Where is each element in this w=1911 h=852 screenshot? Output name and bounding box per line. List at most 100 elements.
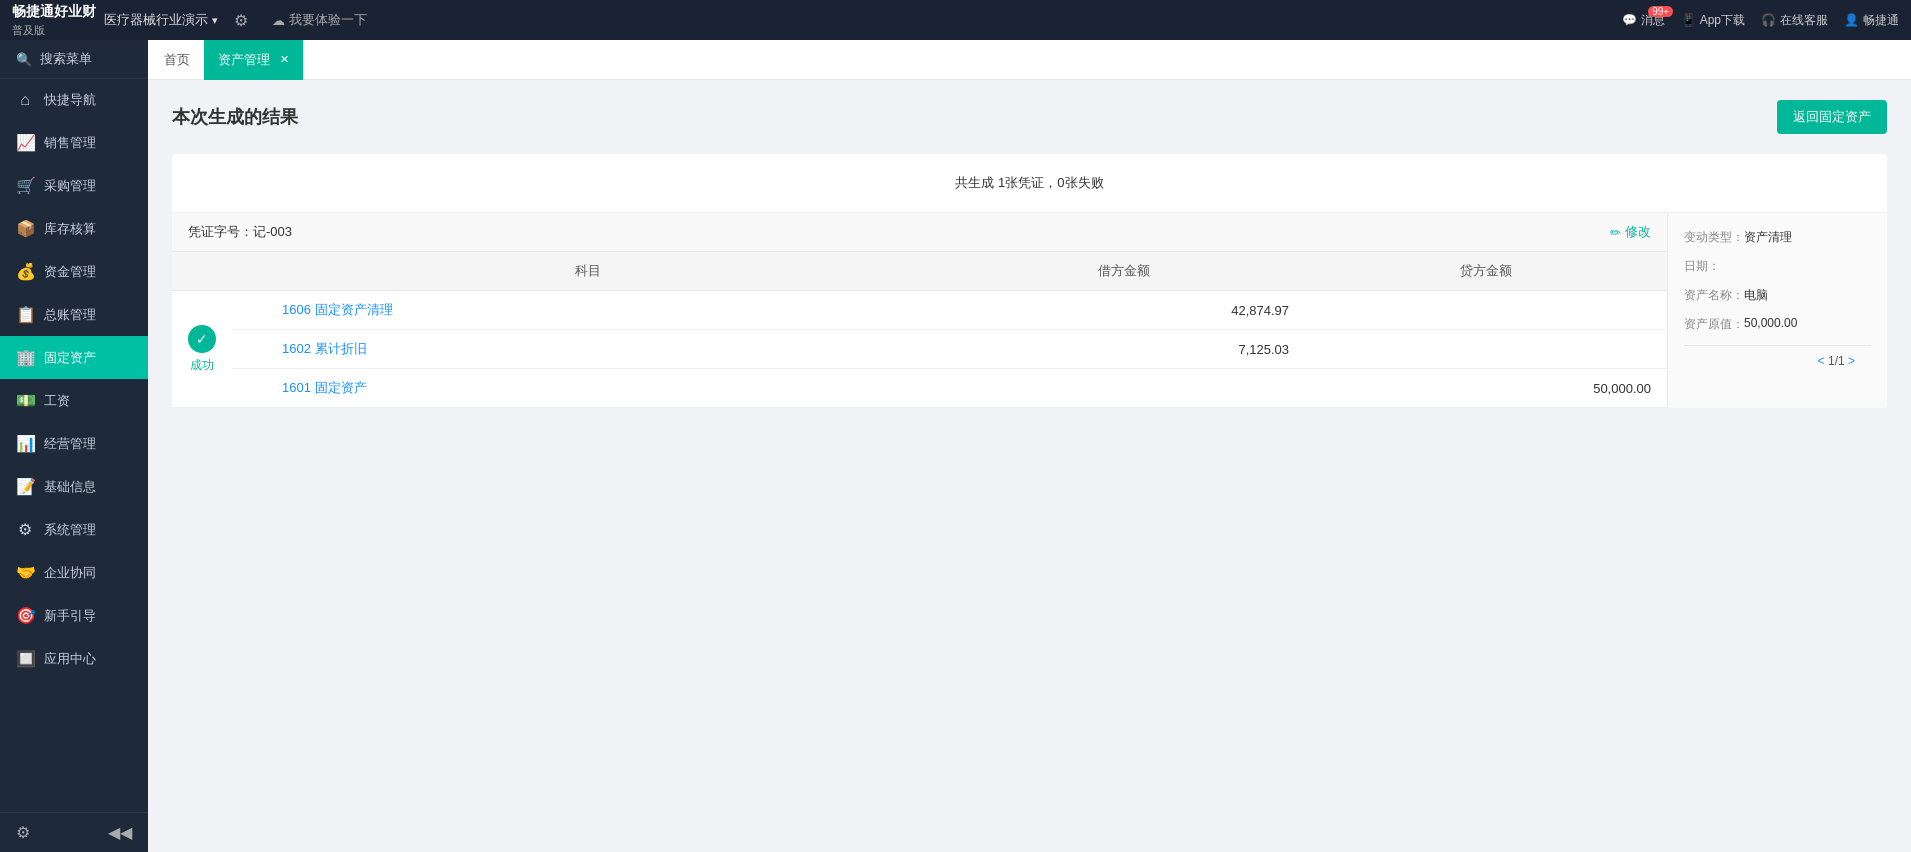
result-card: 共生成 1张凭证，0张失败 凭证字号：记-003 ✏ 修改 xyxy=(172,154,1887,408)
pagination: < 1/1 > xyxy=(1684,345,1871,376)
logo-edition: 普及版 xyxy=(12,23,96,38)
date-label: 日期： xyxy=(1684,258,1744,275)
home-icon: ⌂ xyxy=(16,91,34,109)
asset-name-value: 电脑 xyxy=(1744,287,1768,304)
sidebar-item-finance[interactable]: 💰 资金管理 xyxy=(0,250,148,293)
search-icon: 🔍 xyxy=(16,52,32,67)
avatar-icon: 👤 xyxy=(1844,13,1859,27)
app-center-icon: 🔲 xyxy=(16,649,34,668)
table-row: ✓ 成功 1606 固定资产清理 42,874.97 xyxy=(172,291,1667,330)
pagination-info: 1/1 xyxy=(1828,354,1848,368)
sidebar-item-payroll[interactable]: 💵 工资 xyxy=(0,379,148,422)
finance-icon: 💰 xyxy=(16,262,34,281)
settings-bottom-icon[interactable]: ⚙ xyxy=(16,823,30,842)
experience-button[interactable]: ☁ 我要体验一下 xyxy=(272,11,367,29)
tab-bar: 首页 资产管理 ✕ xyxy=(148,40,1911,80)
fixed-assets-icon: 🏢 xyxy=(16,348,34,367)
sidebar-item-system[interactable]: ⚙ 系统管理 xyxy=(0,508,148,551)
sidebar-label-finance: 资金管理 xyxy=(44,263,96,281)
payroll-icon: 💵 xyxy=(16,391,34,410)
guide-icon: 🎯 xyxy=(16,606,34,625)
sidebar-item-inventory[interactable]: 📦 库存核算 xyxy=(0,207,148,250)
credit-cell-3: 50,000.00 xyxy=(1305,369,1667,408)
result-summary: 共生成 1张凭证，0张失败 xyxy=(172,154,1887,213)
voucher-header-bar: 凭证字号：记-003 ✏ 修改 xyxy=(172,213,1667,252)
online-service-label: 在线客服 xyxy=(1780,12,1828,29)
account-cell-2: 1602 累计折旧 xyxy=(232,330,943,369)
sidebar-item-operations[interactable]: 📊 经营管理 xyxy=(0,422,148,465)
page-header: 本次生成的结果 返回固定资产 xyxy=(172,100,1887,134)
page-content: 本次生成的结果 返回固定资产 共生成 1张凭证，0张失败 凭证字号：记-003 xyxy=(148,80,1911,852)
operations-icon: 📊 xyxy=(16,434,34,453)
account-cell-1: 1606 固定资产清理 xyxy=(232,291,943,330)
sidebar-item-purchase[interactable]: 🛒 采购管理 xyxy=(0,164,148,207)
edit-icon: ✏ xyxy=(1610,225,1621,240)
system-icon: ⚙ xyxy=(16,520,34,539)
tab-asset-mgmt-label: 资产管理 xyxy=(218,51,270,69)
logo: 畅捷通好业财 普及版 xyxy=(12,3,96,38)
sidebar-item-basic-info[interactable]: 📝 基础信息 xyxy=(0,465,148,508)
original-value-value: 50,000.00 xyxy=(1744,316,1797,330)
headset-icon: 🎧 xyxy=(1761,13,1776,27)
debit-cell-2: 7,125.03 xyxy=(943,330,1305,369)
sidebar-item-guide[interactable]: 🎯 新手引导 xyxy=(0,594,148,637)
app-download-button[interactable]: 📱 App下载 xyxy=(1681,12,1745,29)
sidebar-label-purchase: 采购管理 xyxy=(44,177,96,195)
cloud-icon: ☁ xyxy=(272,13,285,28)
sidebar-label-guide: 新手引导 xyxy=(44,607,96,625)
collapse-icon[interactable]: ◀◀ xyxy=(108,823,132,842)
user-menu[interactable]: 👤 畅捷通 xyxy=(1844,12,1899,29)
message-button[interactable]: 💬 消息 99+ xyxy=(1622,12,1665,29)
sidebar-item-fixed-assets[interactable]: 🏢 固定资产 xyxy=(0,336,148,379)
return-button[interactable]: 返回固定资产 xyxy=(1777,100,1887,134)
sidebar-item-ledger[interactable]: 📋 总账管理 xyxy=(0,293,148,336)
original-value-label: 资产原值： xyxy=(1684,316,1744,333)
col-credit: 贷方金额 xyxy=(1305,252,1667,291)
info-date: 日期： xyxy=(1684,258,1871,275)
sidebar: 🔍 搜索菜单 ⌂ 快捷导航 📈 销售管理 🛒 采购管理 📦 库存核算 💰 xyxy=(0,40,148,852)
online-service-button[interactable]: 🎧 在线客服 xyxy=(1761,12,1828,29)
pagination-prev[interactable]: < xyxy=(1818,354,1825,368)
sidebar-item-enterprise[interactable]: 🤝 企业协同 xyxy=(0,551,148,594)
tab-close-icon[interactable]: ✕ xyxy=(280,53,289,66)
info-asset-name: 资产名称： 电脑 xyxy=(1684,287,1871,304)
sidebar-label-quick-nav: 快捷导航 xyxy=(44,91,96,109)
username: 畅捷通 xyxy=(1863,12,1899,29)
credit-cell-1 xyxy=(1305,291,1667,330)
pagination-next[interactable]: > xyxy=(1848,354,1855,368)
sidebar-label-sales: 销售管理 xyxy=(44,134,96,152)
message-badge: 99+ xyxy=(1648,6,1672,17)
voucher-section: 凭证字号：记-003 ✏ 修改 科目 xyxy=(172,213,1887,408)
mobile-icon: 📱 xyxy=(1681,13,1696,27)
main-layout: 🔍 搜索菜单 ⌂ 快捷导航 📈 销售管理 🛒 采购管理 📦 库存核算 💰 xyxy=(0,40,1911,852)
info-change-type: 变动类型： 资产清理 xyxy=(1684,229,1871,246)
voucher-number: 凭证字号：记-003 xyxy=(188,223,292,241)
sidebar-item-app-center[interactable]: 🔲 应用中心 xyxy=(0,637,148,680)
sidebar-item-sales[interactable]: 📈 销售管理 xyxy=(0,121,148,164)
voucher-info-panel: 变动类型： 资产清理 日期： 资产名称： 电脑 资产原值： xyxy=(1667,213,1887,408)
edit-button[interactable]: ✏ 修改 xyxy=(1610,223,1651,241)
sidebar-label-basic-info: 基础信息 xyxy=(44,478,96,496)
search-menu[interactable]: 🔍 搜索菜单 xyxy=(0,40,148,79)
table-row: 1602 累计折旧 7,125.03 xyxy=(172,330,1667,369)
company-selector[interactable]: 医疗器械行业演示 ▾ xyxy=(104,11,218,29)
tab-home[interactable]: 首页 xyxy=(164,40,204,80)
sidebar-label-app-center: 应用中心 xyxy=(44,650,96,668)
header-left: 畅捷通好业财 普及版 医疗器械行业演示 ▾ ⚙ ☁ 我要体验一下 xyxy=(12,3,367,38)
sidebar-label-payroll: 工资 xyxy=(44,392,70,410)
chevron-down-icon: ▾ xyxy=(212,14,218,27)
status-cell: ✓ 成功 xyxy=(172,291,232,408)
credit-cell-2 xyxy=(1305,330,1667,369)
company-name: 医疗器械行业演示 xyxy=(104,11,208,29)
settings-icon[interactable]: ⚙ xyxy=(234,11,248,30)
sidebar-item-quick-nav[interactable]: ⌂ 快捷导航 xyxy=(0,79,148,121)
sidebar-label-operations: 经营管理 xyxy=(44,435,96,453)
edit-label: 修改 xyxy=(1625,223,1651,241)
table-row: 1601 固定资产 50,000.00 xyxy=(172,369,1667,408)
sidebar-bottom: ⚙ ◀◀ xyxy=(0,812,148,852)
sales-icon: 📈 xyxy=(16,133,34,152)
tab-home-label: 首页 xyxy=(164,51,190,69)
debit-cell-3 xyxy=(943,369,1305,408)
tab-asset-mgmt[interactable]: 资产管理 ✕ xyxy=(204,40,304,80)
sidebar-label-system: 系统管理 xyxy=(44,521,96,539)
